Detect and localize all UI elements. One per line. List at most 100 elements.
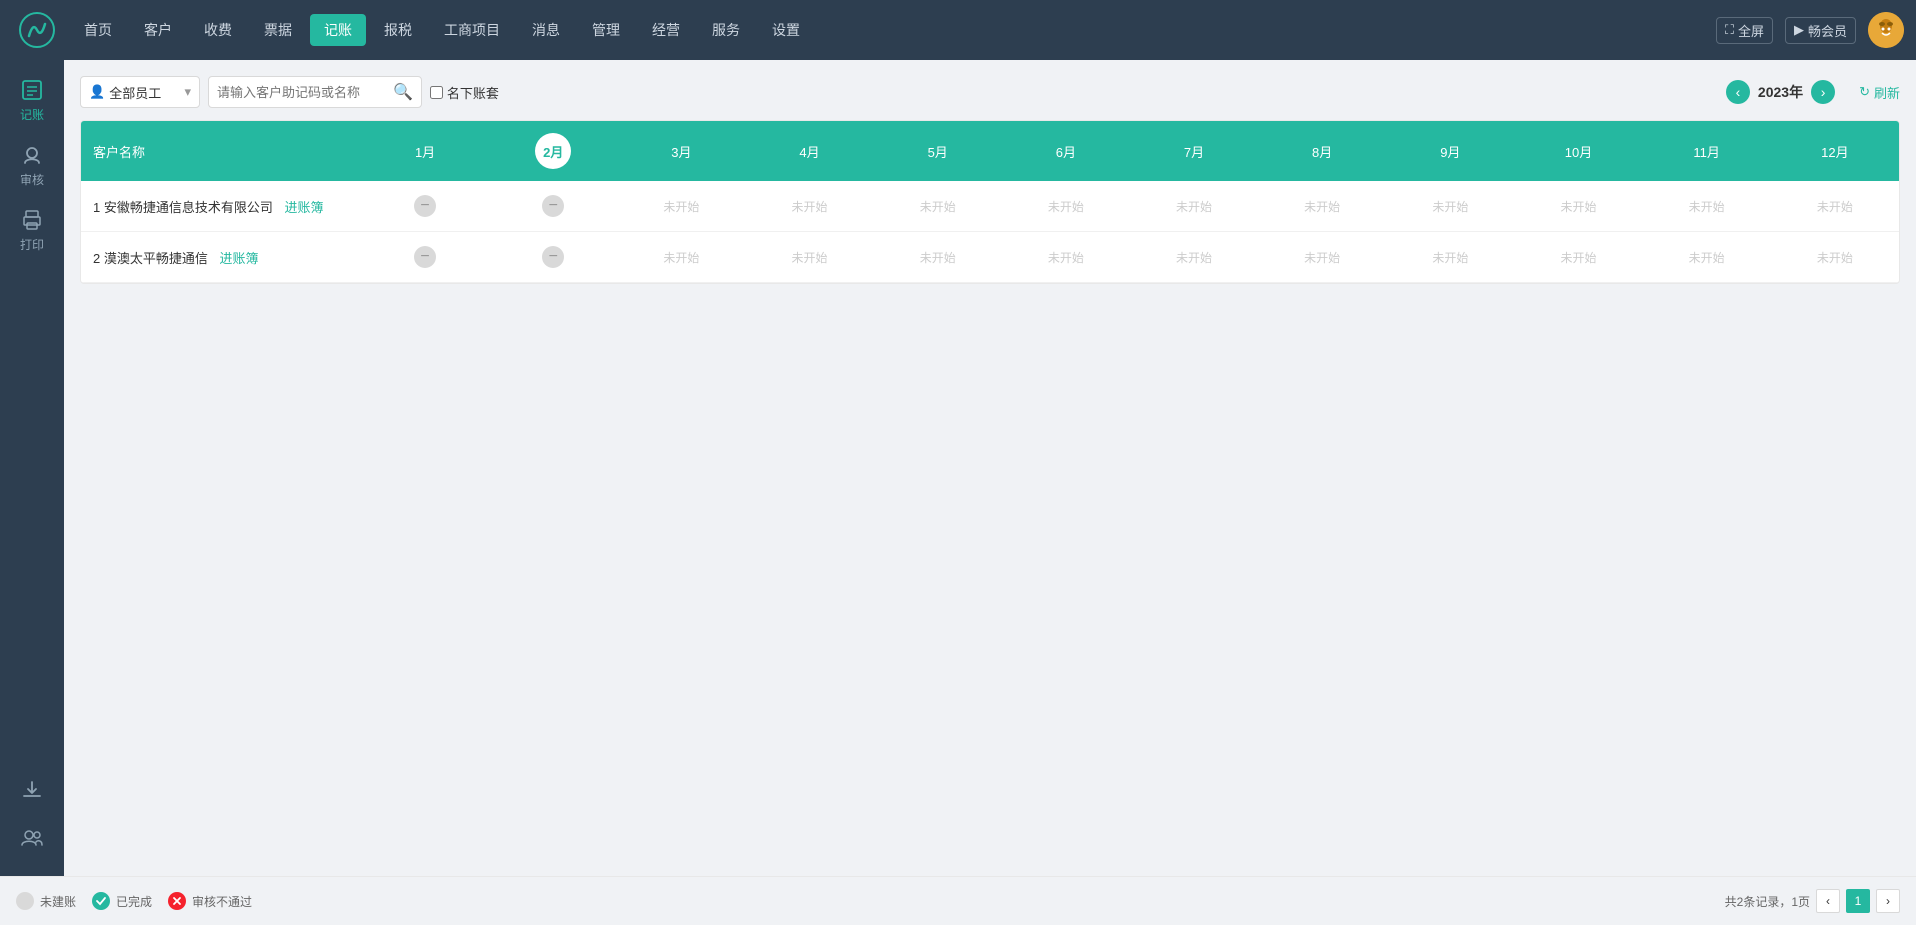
not-started-text: 未开始 — [1048, 251, 1084, 265]
not-started-text: 未开始 — [920, 251, 956, 265]
table-wrap: 客户名称 1月 2月 3月 4月 5月 6月 7月 8月 9月 — [80, 120, 1900, 284]
nav-operation[interactable]: 经营 — [638, 14, 694, 46]
sidebar-item-accounting[interactable]: 记账 — [4, 68, 60, 133]
page-1-button[interactable]: 1 — [1846, 889, 1870, 913]
customer-name-text: 漠澳太平畅捷通信 — [104, 251, 208, 266]
avatar[interactable] — [1868, 12, 1904, 48]
accounting-icon — [20, 78, 44, 102]
not-started-text: 未开始 — [1817, 251, 1853, 265]
refresh-icon: ↻ — [1859, 84, 1870, 100]
sidebar-item-download[interactable] — [4, 768, 60, 812]
sidebar-item-review[interactable]: 审核 — [4, 133, 60, 198]
cell-month-1: − — [361, 181, 489, 232]
sidebar-bottom — [4, 768, 60, 876]
not-started-text: 未开始 — [1304, 251, 1340, 265]
nav-message[interactable]: 消息 — [518, 14, 574, 46]
col-header-sep: 9月 — [1386, 121, 1514, 181]
cell-month-4: 未开始 — [745, 181, 873, 232]
next-year-button[interactable]: › — [1811, 80, 1835, 104]
fullscreen-button[interactable]: ⛶ 全屏 — [1716, 17, 1773, 44]
not-started-text: 未开始 — [920, 200, 956, 214]
nav-accounting[interactable]: 记账 — [310, 14, 366, 46]
year-text: 2023年 — [1758, 82, 1803, 102]
vip-button[interactable]: ▶ 畅会员 — [1785, 17, 1856, 44]
refresh-button[interactable]: ↻ 刷新 — [1859, 83, 1900, 102]
cell-month-6: 未开始 — [1002, 232, 1130, 283]
not-started-text: 未开始 — [792, 251, 828, 265]
employee-icon: 👤 — [89, 84, 105, 100]
prev-page-button[interactable]: ‹ — [1816, 889, 1840, 913]
minus-status-icon: − — [414, 246, 436, 268]
year-nav: ‹ 2023年 › — [1726, 80, 1835, 104]
legend-rejected: 审核不通过 — [168, 892, 252, 910]
legend-grey-dot — [16, 892, 34, 910]
col-header-aug: 8月 — [1258, 121, 1386, 181]
col-header-jun: 6月 — [1002, 121, 1130, 181]
legend-red-dot — [168, 892, 186, 910]
nav-home[interactable]: 首页 — [70, 14, 126, 46]
search-button[interactable]: 🔍 — [393, 82, 413, 102]
nav-items: 首页 客户 收费 票据 记账 报税 工商项目 消息 管理 经营 服务 设置 — [70, 14, 1716, 46]
col-header-apr: 4月 — [745, 121, 873, 181]
not-started-text: 未开始 — [1560, 251, 1596, 265]
logo — [12, 12, 62, 48]
not-started-text: 未开始 — [1689, 200, 1725, 214]
not-started-text: 未开始 — [1432, 251, 1468, 265]
cell-month-12: 未开始 — [1771, 181, 1899, 232]
col-header-jan: 1月 — [361, 121, 489, 181]
top-nav: 首页 客户 收费 票据 记账 报税 工商项目 消息 管理 经营 服务 设置 ⛶ … — [0, 0, 1916, 60]
footer-right: 共2条记录，1页 ‹ 1 › — [1725, 889, 1900, 913]
employee-select[interactable]: 👤 全部员工 ▾ — [80, 76, 200, 108]
employee-select-label: 全部员工 — [109, 83, 161, 102]
nav-customer[interactable]: 客户 — [130, 14, 186, 46]
enter-ledger-link[interactable]: 进账簿 — [285, 200, 324, 215]
vip-label: 畅会员 — [1808, 21, 1847, 40]
not-started-text: 未开始 — [1560, 200, 1596, 214]
chevron-down-icon: ▾ — [184, 84, 191, 100]
table-header-row: 客户名称 1月 2月 3月 4月 5月 6月 7月 8月 9月 — [81, 121, 1899, 181]
search-input[interactable] — [217, 85, 393, 100]
not-started-text: 未开始 — [1048, 200, 1084, 214]
row-index: 2 — [93, 251, 100, 266]
cell-customer-name: 1 安徽畅捷通信息技术有限公司 进账簿 — [81, 181, 361, 232]
nav-settings[interactable]: 设置 — [758, 14, 814, 46]
table-row: 2 漠澳太平畅捷通信 进账簿−−未开始未开始未开始未开始未开始未开始未开始未开始… — [81, 232, 1899, 283]
col-header-nov: 11月 — [1643, 121, 1771, 181]
prev-year-button[interactable]: ‹ — [1726, 80, 1750, 104]
row-index: 1 — [93, 200, 100, 215]
not-started-text: 未开始 — [1432, 200, 1468, 214]
nav-manage[interactable]: 管理 — [578, 14, 634, 46]
customer-name-text: 安徽畅捷通信息技术有限公司 — [104, 200, 273, 215]
users-icon — [20, 826, 44, 850]
enter-ledger-link[interactable]: 进账簿 — [220, 251, 259, 266]
cell-month-11: 未开始 — [1643, 232, 1771, 283]
sidebar-item-print[interactable]: 打印 — [4, 198, 60, 263]
cell-month-7: 未开始 — [1130, 181, 1258, 232]
next-page-button[interactable]: › — [1876, 889, 1900, 913]
nav-business[interactable]: 工商项目 — [430, 14, 514, 46]
subordinate-checkbox[interactable] — [430, 86, 443, 99]
not-started-text: 未开始 — [663, 200, 699, 214]
cell-month-8: 未开始 — [1258, 232, 1386, 283]
col-header-oct: 10月 — [1514, 121, 1642, 181]
cell-month-2: − — [489, 181, 617, 232]
vip-icon: ▶ — [1794, 22, 1804, 38]
current-month-indicator: 2月 — [535, 133, 571, 169]
col-header-dec: 12月 — [1771, 121, 1899, 181]
review-icon — [20, 143, 44, 167]
nav-service[interactable]: 服务 — [698, 14, 754, 46]
legend-rejected-label: 审核不通过 — [192, 893, 252, 910]
sidebar: 记账 审核 打印 — [0, 60, 64, 876]
nav-tax[interactable]: 报税 — [370, 14, 426, 46]
legend-teal-dot — [92, 892, 110, 910]
checkbox-label[interactable]: 名下账套 — [430, 83, 499, 102]
cell-month-1: − — [361, 232, 489, 283]
nav-fees[interactable]: 收费 — [190, 14, 246, 46]
legend-completed: 已完成 — [92, 892, 152, 910]
cell-month-8: 未开始 — [1258, 181, 1386, 232]
sidebar-item-users[interactable] — [4, 816, 60, 860]
total-text: 共2条记录，1页 — [1725, 893, 1810, 910]
cell-month-9: 未开始 — [1386, 181, 1514, 232]
sidebar-accounting-label: 记账 — [20, 106, 44, 123]
nav-invoice[interactable]: 票据 — [250, 14, 306, 46]
